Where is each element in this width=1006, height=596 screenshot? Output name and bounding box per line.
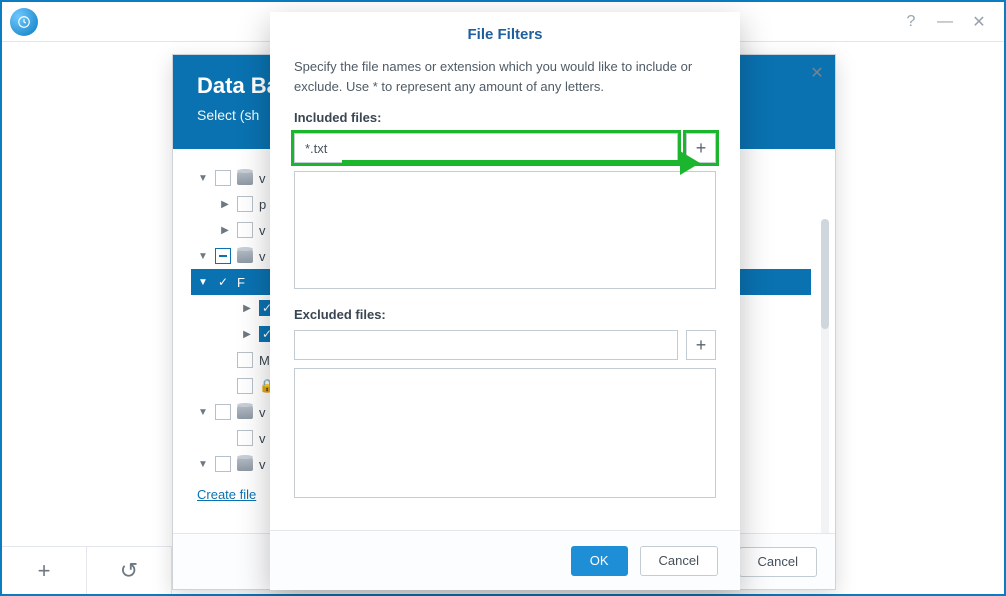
cancel-button[interactable]: Cancel	[640, 546, 718, 576]
volume-icon	[237, 249, 253, 263]
add-included-button[interactable]: +	[686, 133, 716, 163]
checkbox[interactable]	[215, 170, 231, 186]
close-icon[interactable]: ✕	[962, 7, 996, 37]
checkbox[interactable]	[215, 404, 231, 420]
app-icon	[10, 8, 38, 36]
add-excluded-button[interactable]: +	[686, 330, 716, 360]
volume-icon	[237, 405, 253, 419]
excluded-listbox[interactable]	[294, 368, 716, 498]
checkbox-mixed[interactable]	[215, 248, 231, 264]
wizard-close-icon[interactable]: ✕	[805, 61, 829, 85]
included-files-label: Included files:	[294, 110, 716, 125]
file-filters-dialog: File Filters Specify the file names or e…	[270, 12, 740, 590]
dialog-title: File Filters	[270, 12, 740, 53]
excluded-files-label: Excluded files:	[294, 307, 716, 322]
checkbox[interactable]	[237, 196, 253, 212]
checkbox[interactable]	[237, 378, 253, 394]
help-icon[interactable]: ?	[894, 7, 928, 37]
checkbox[interactable]	[237, 352, 253, 368]
included-listbox[interactable]	[294, 171, 716, 289]
checkbox-checked[interactable]: ✓	[215, 274, 231, 290]
history-button[interactable]: ↺	[87, 547, 172, 594]
volume-icon	[237, 171, 253, 185]
checkbox[interactable]	[237, 222, 253, 238]
add-task-button[interactable]: +	[2, 547, 87, 594]
create-file-filter-link[interactable]: Create file	[197, 487, 256, 502]
wizard-cancel-button[interactable]: Cancel	[739, 547, 817, 577]
minimize-icon[interactable]: —	[928, 7, 962, 37]
included-input[interactable]	[294, 133, 678, 163]
checkbox[interactable]	[215, 456, 231, 472]
scrollbar-thumb[interactable]	[821, 219, 829, 329]
excluded-input[interactable]	[294, 330, 678, 360]
sidebar-footer: + ↺	[2, 546, 172, 594]
checkbox[interactable]	[237, 430, 253, 446]
scrollbar[interactable]	[821, 219, 829, 539]
volume-icon	[237, 457, 253, 471]
ok-button[interactable]: OK	[571, 546, 628, 576]
dialog-description: Specify the file names or extension whic…	[294, 57, 716, 96]
